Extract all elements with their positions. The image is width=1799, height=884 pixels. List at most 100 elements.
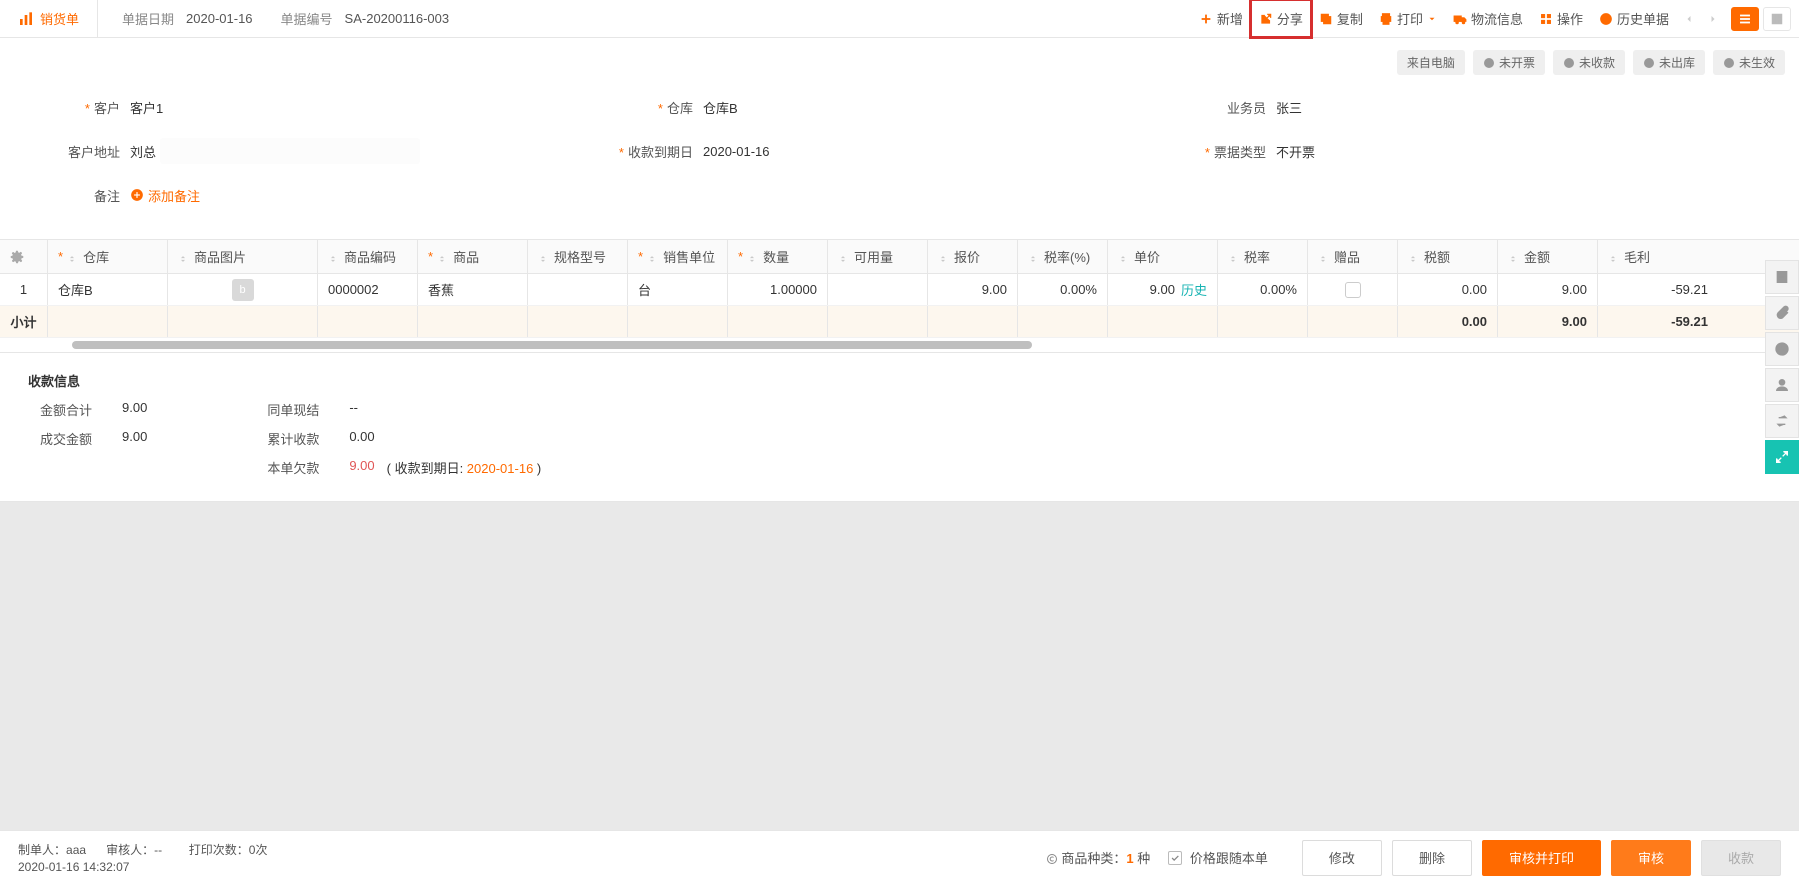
cell-unit[interactable]: 台 (628, 274, 728, 305)
cell-quote[interactable]: 9.00 (928, 274, 1018, 305)
dock-time[interactable] (1765, 332, 1799, 366)
address-blank[interactable] (160, 138, 420, 164)
cell-product[interactable]: 香蕉 (418, 274, 528, 305)
cell-tax-rate[interactable]: 0.00% (1218, 274, 1308, 305)
col-profit[interactable]: 毛利 (1598, 240, 1718, 273)
col-image[interactable]: 商品图片 (168, 240, 318, 273)
copy-button[interactable]: 复制 (1311, 0, 1371, 37)
col-amount[interactable]: 金额 (1498, 240, 1598, 273)
due-value: 9.00 (349, 458, 374, 477)
dock-attach[interactable] (1765, 296, 1799, 330)
next-doc-button[interactable] (1701, 7, 1725, 31)
logistics-button[interactable]: 物流信息 (1445, 0, 1531, 37)
col-quote[interactable]: 报价 (928, 240, 1018, 273)
ops-button[interactable]: 操作 (1531, 0, 1591, 37)
col-unit[interactable]: 销售单位 (628, 240, 728, 273)
cell-gift[interactable] (1308, 274, 1398, 305)
sales-value[interactable]: 张三 (1276, 98, 1302, 117)
cell-warehouse[interactable]: 仓库B (48, 274, 168, 305)
doc-no: SA-20200116-003 (345, 11, 450, 26)
status-ineffective[interactable]: 未生效 (1713, 50, 1785, 75)
deal-label: 成交金额 (40, 429, 110, 448)
paydue-label: 收款到期日 (613, 142, 703, 161)
list-view-button[interactable] (1731, 7, 1759, 31)
info-icon (1723, 57, 1735, 69)
cell-avail[interactable] (828, 274, 928, 305)
approve-button[interactable]: 审核 (1611, 840, 1691, 876)
col-tax-amount[interactable]: 税额 (1398, 240, 1498, 273)
follow-price[interactable]: 价格跟随本单 (1168, 848, 1268, 867)
status-unshipped[interactable]: 未出库 (1633, 50, 1705, 75)
follow-checkbox[interactable] (1168, 851, 1182, 865)
edit-button[interactable]: 修改 (1302, 840, 1382, 876)
paydue-value[interactable]: 2020-01-16 (703, 144, 770, 159)
prev-doc-button[interactable] (1677, 7, 1701, 31)
grid-icon (1539, 12, 1553, 26)
footer-info: 制单人：aaa 审核人：-- 打印次数：0次 2020-01-16 14:32:… (18, 841, 267, 874)
card-view-button[interactable] (1763, 7, 1791, 31)
cell-idx: 1 (0, 274, 48, 305)
check-icon (1170, 853, 1180, 863)
approver-value: -- (154, 843, 162, 857)
col-qty[interactable]: 数量 (728, 240, 828, 273)
paid-label: 累计收款 (267, 429, 337, 448)
col-spec[interactable]: 规格型号 (528, 240, 628, 273)
footer-timestamp: 2020-01-16 14:32:07 (18, 860, 267, 874)
cell-image[interactable]: b (168, 274, 318, 305)
dock-note[interactable] (1765, 260, 1799, 294)
cell-amount[interactable]: 9.00 (1498, 274, 1598, 305)
share-button[interactable]: 分享 (1251, 0, 1311, 37)
col-discount-rate[interactable]: 税率(%) (1018, 240, 1108, 273)
plus-circle-icon (130, 188, 144, 202)
table-row[interactable]: 1 仓库B b 0000002 香蕉 台 1.00000 9.00 0.00% … (0, 274, 1799, 306)
user-icon (1774, 377, 1790, 393)
cell-profit[interactable]: -59.21 (1598, 274, 1718, 305)
payment-title: 收款信息 (0, 353, 1799, 396)
col-product[interactable]: 商品 (418, 240, 528, 273)
dock-transfer[interactable] (1765, 404, 1799, 438)
table-scrollbar[interactable] (0, 338, 1799, 352)
new-button[interactable]: 新增 (1191, 0, 1251, 37)
col-avail[interactable]: 可用量 (828, 240, 928, 273)
approve-print-button[interactable]: 审核并打印 (1482, 840, 1601, 876)
cell-discount-rate[interactable]: 0.00% (1018, 274, 1108, 305)
footer: 制单人：aaa 审核人：-- 打印次数：0次 2020-01-16 14:32:… (0, 830, 1799, 884)
col-price[interactable]: 单价 (1108, 240, 1218, 273)
scrollbar-thumb[interactable] (72, 341, 1032, 349)
history-icon (1599, 12, 1613, 26)
gift-checkbox[interactable] (1345, 282, 1361, 298)
cell-qty[interactable]: 1.00000 (728, 274, 828, 305)
dock-user[interactable] (1765, 368, 1799, 402)
address-value[interactable]: 刘总 (130, 142, 156, 161)
customer-value[interactable]: 客户1 (130, 98, 163, 117)
print-button[interactable]: 打印 (1371, 0, 1445, 37)
col-code[interactable]: 商品编码 (318, 240, 418, 273)
truck-icon (1453, 12, 1467, 26)
cell-spec[interactable] (528, 274, 628, 305)
cell-price[interactable]: 9.00历史 (1108, 274, 1218, 305)
list-icon (1738, 12, 1752, 26)
col-warehouse[interactable]: 仓库 (48, 240, 168, 273)
dock-expand[interactable] (1765, 440, 1799, 474)
col-tax-rate[interactable]: 税率 (1218, 240, 1308, 273)
print-value: 0次 (249, 843, 268, 857)
cell-tax-amount[interactable]: 0.00 (1398, 274, 1498, 305)
price-history-link[interactable]: 历史 (1181, 280, 1207, 299)
invoice-label: 票据类型 (1186, 142, 1276, 161)
table-settings[interactable] (0, 240, 48, 273)
settle-value: -- (349, 400, 358, 419)
creator-label: 制单人： (18, 843, 66, 857)
history-button[interactable]: 历史单据 (1591, 0, 1677, 37)
col-gift[interactable]: 赠品 (1308, 240, 1398, 273)
image-placeholder-icon: b (232, 279, 254, 301)
delete-button[interactable]: 删除 (1392, 840, 1472, 876)
status-uninvoiced[interactable]: 未开票 (1473, 50, 1545, 75)
status-unpaid[interactable]: 未收款 (1553, 50, 1625, 75)
invoice-value[interactable]: 不开票 (1276, 142, 1315, 161)
page-tab[interactable]: 销货单 (0, 0, 98, 37)
warehouse-value[interactable]: 仓库B (703, 98, 738, 117)
payment-section: 金额合计9.00 成交金额9.00 同单现结-- 累计收款0.00 本单欠款 9… (0, 396, 1799, 501)
main-panel: 来自电脑 未开票 未收款 未出库 未生效 客户客户1 客户地址刘总 备注 添加备… (0, 38, 1799, 502)
cell-code[interactable]: 0000002 (318, 274, 418, 305)
add-remark-button[interactable]: 添加备注 (130, 186, 200, 205)
